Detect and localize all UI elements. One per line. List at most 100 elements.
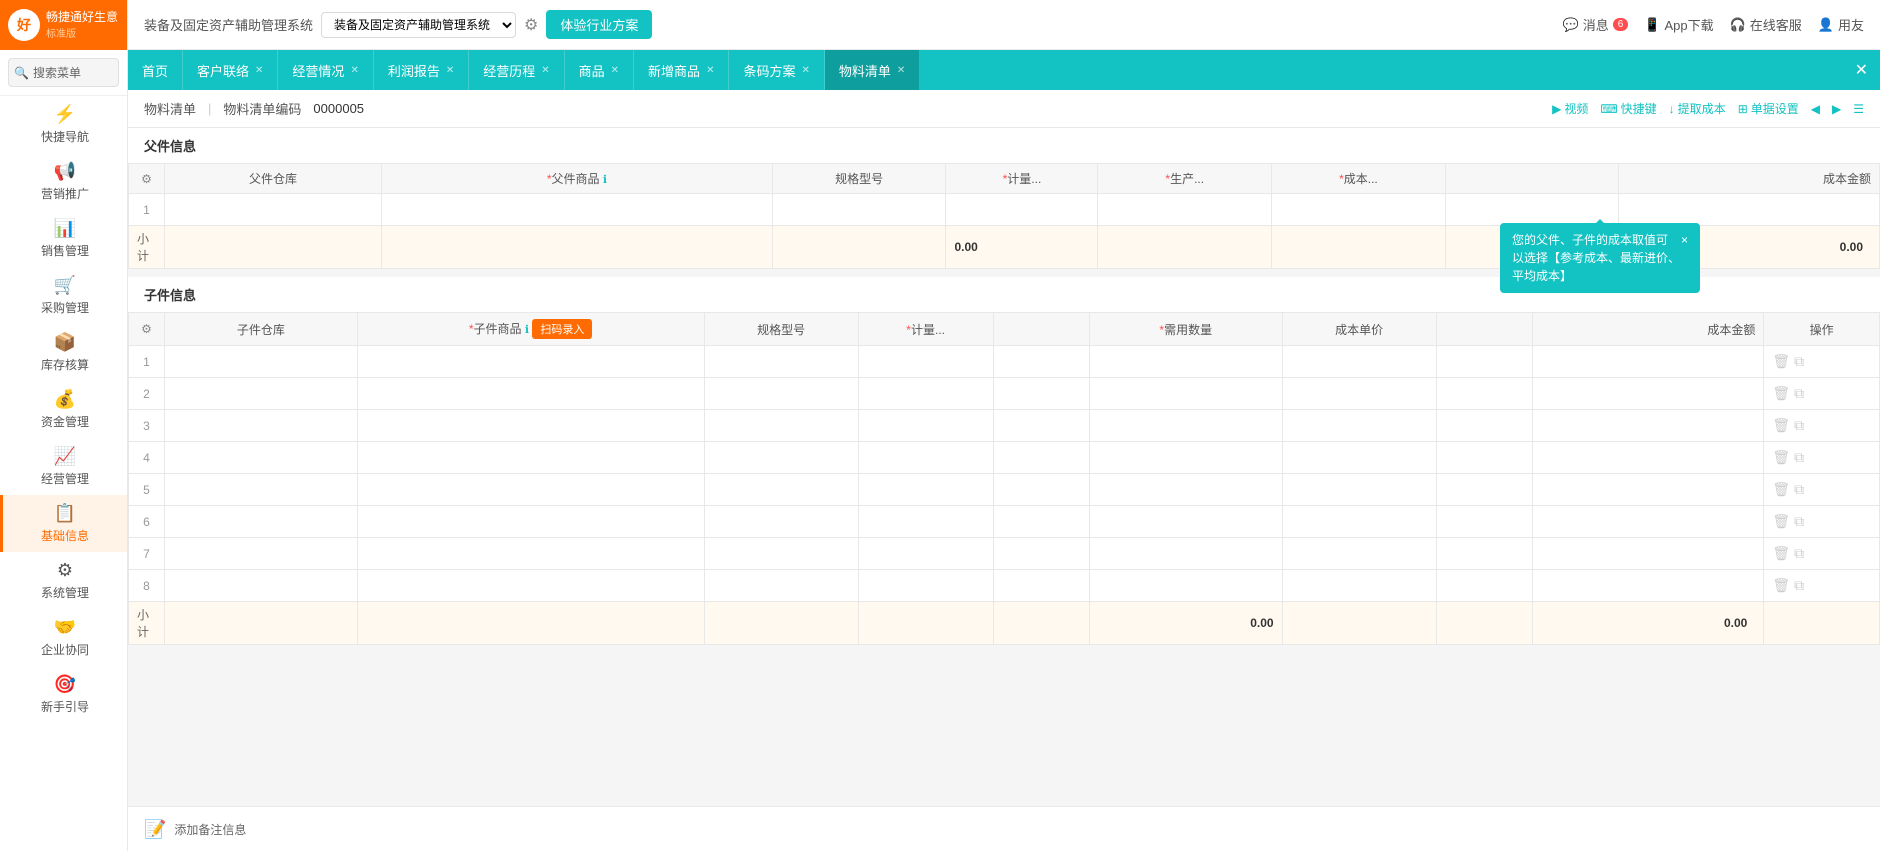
parent-row-1-warehouse[interactable]: [165, 194, 382, 226]
tab-operations[interactable]: 经营情况 ✕: [278, 50, 373, 90]
child-row-1-warehouse[interactable]: [165, 346, 358, 378]
child-row-2-product[interactable]: [357, 378, 704, 410]
child-row-3-warehouse[interactable]: [165, 410, 358, 442]
child-row-1-copy[interactable]: ⧉: [1794, 353, 1804, 370]
trial-button[interactable]: 体验行业方案: [546, 10, 652, 39]
child-row-7-qty[interactable]: [1089, 538, 1282, 570]
tab-barcode[interactable]: 条码方案 ✕: [729, 50, 824, 90]
sidebar-item-4[interactable]: 🛒采购管理: [0, 267, 127, 324]
tab-history[interactable]: 经营历程 ✕: [469, 50, 564, 90]
parent-row-1-prod[interactable]: [1098, 194, 1272, 226]
tab-home[interactable]: 首页: [128, 50, 183, 90]
child-row-5-copy[interactable]: ⧉: [1794, 481, 1804, 498]
child-settings-icon[interactable]: ⚙: [141, 322, 152, 336]
child-row-5-qty[interactable]: [1089, 474, 1282, 506]
child-row-4-spec[interactable]: [704, 442, 858, 474]
child-row-3-qty[interactable]: [1089, 410, 1282, 442]
tab-history-close[interactable]: ✕: [541, 65, 549, 76]
sidebar-item-11[interactable]: 🎯新手引导: [0, 666, 127, 723]
child-row-3-unit-price[interactable]: [1282, 410, 1436, 442]
sidebar-item-5[interactable]: 📦库存核算: [0, 324, 127, 381]
child-row-6-unit[interactable]: [858, 506, 993, 538]
shortcut-link[interactable]: ⌨ 快捷键: [1600, 100, 1656, 117]
parent-row-1-cost[interactable]: [1272, 194, 1446, 226]
child-row-7-unit[interactable]: [858, 538, 993, 570]
sidebar-item-2[interactable]: 📢营销推广: [0, 153, 127, 210]
online-service-button[interactable]: 🎧 在线客服: [1730, 15, 1802, 34]
tab-product[interactable]: 商品 ✕: [565, 50, 634, 90]
sidebar-item-3[interactable]: 📊销售管理: [0, 210, 127, 267]
child-row-1-qty[interactable]: [1089, 346, 1282, 378]
child-row-6-delete[interactable]: 🗑: [1772, 513, 1790, 530]
child-row-7-warehouse[interactable]: [165, 538, 358, 570]
message-button[interactable]: 💬 消息 6: [1563, 15, 1629, 34]
child-row-7-delete[interactable]: 🗑: [1772, 545, 1790, 562]
nav-next[interactable]: ▶: [1832, 102, 1841, 116]
child-row-5-product[interactable]: [357, 474, 704, 506]
tab-new-product-close[interactable]: ✕: [706, 65, 714, 76]
child-row-5-unit[interactable]: [858, 474, 993, 506]
sidebar-item-7[interactable]: 📈经营管理: [0, 438, 127, 495]
child-row-8-copy[interactable]: ⧉: [1794, 577, 1804, 594]
child-row-6-unit-price[interactable]: [1282, 506, 1436, 538]
child-row-2-warehouse[interactable]: [165, 378, 358, 410]
child-row-6-copy[interactable]: ⧉: [1794, 513, 1804, 530]
child-row-8-delete[interactable]: 🗑: [1772, 577, 1790, 594]
child-row-6-product[interactable]: [357, 506, 704, 538]
child-row-2-unit-price[interactable]: [1282, 378, 1436, 410]
tab-product-close[interactable]: ✕: [611, 65, 619, 76]
child-row-6-qty[interactable]: [1089, 506, 1282, 538]
system-selector[interactable]: 装备及固定资产辅助管理系统: [321, 12, 516, 38]
child-row-6-spec[interactable]: [704, 506, 858, 538]
child-row-1-unit-price[interactable]: [1282, 346, 1436, 378]
child-row-3-spec[interactable]: [704, 410, 858, 442]
parent-row-1-unit[interactable]: [946, 194, 1098, 226]
tab-operations-close[interactable]: ✕: [350, 65, 358, 76]
sidebar-item-9[interactable]: ⚙系统管理: [0, 552, 127, 609]
app-download-button[interactable]: 📱 App下载: [1644, 15, 1713, 34]
child-row-5-warehouse[interactable]: [165, 474, 358, 506]
child-row-3-delete[interactable]: 🗑: [1772, 417, 1790, 434]
bottom-hint[interactable]: 添加备注信息: [174, 821, 246, 838]
child-row-3-unit[interactable]: [858, 410, 993, 442]
parent-settings-icon[interactable]: ⚙: [141, 172, 152, 186]
sidebar-item-1[interactable]: ⚡快捷导航: [0, 96, 127, 153]
child-row-8-warehouse[interactable]: [165, 570, 358, 602]
child-row-7-copy[interactable]: ⧉: [1794, 545, 1804, 562]
child-row-4-unit-price[interactable]: [1282, 442, 1436, 474]
child-row-4-delete[interactable]: 🗑: [1772, 449, 1790, 466]
settings-button[interactable]: ⚙: [524, 15, 538, 35]
child-row-8-unit[interactable]: [858, 570, 993, 602]
child-row-4-warehouse[interactable]: [165, 442, 358, 474]
sidebar-search-button[interactable]: 🔍 搜索菜单: [8, 58, 119, 87]
tab-profit-close[interactable]: ✕: [446, 65, 454, 76]
child-row-1-product[interactable]: [357, 346, 704, 378]
child-row-1-delete[interactable]: 🗑: [1772, 353, 1790, 370]
child-row-4-copy[interactable]: ⧉: [1794, 449, 1804, 466]
child-row-2-qty[interactable]: [1089, 378, 1282, 410]
tab-profit[interactable]: 利润报告 ✕: [374, 50, 469, 90]
child-row-3-copy[interactable]: ⧉: [1794, 417, 1804, 434]
tab-close-all[interactable]: ✕: [1843, 60, 1880, 80]
doc-settings-link[interactable]: ⊞ 单据设置: [1738, 100, 1799, 117]
parent-row-1-product[interactable]: [382, 194, 773, 226]
child-row-7-unit-price[interactable]: [1282, 538, 1436, 570]
video-link[interactable]: ▶ 视频: [1552, 100, 1588, 117]
tab-bom[interactable]: 物料清单 ✕: [825, 50, 920, 90]
expand-icon[interactable]: ☰: [1853, 102, 1864, 116]
tab-customer[interactable]: 客户联络 ✕: [183, 50, 278, 90]
child-row-5-delete[interactable]: 🗑: [1772, 481, 1790, 498]
child-row-1-spec[interactable]: [704, 346, 858, 378]
child-row-5-unit-price[interactable]: [1282, 474, 1436, 506]
child-row-4-unit[interactable]: [858, 442, 993, 474]
tab-bom-close[interactable]: ✕: [897, 65, 905, 76]
child-row-8-spec[interactable]: [704, 570, 858, 602]
tab-new-product[interactable]: 新增商品 ✕: [634, 50, 729, 90]
child-row-5-spec[interactable]: [704, 474, 858, 506]
child-row-8-qty[interactable]: [1089, 570, 1282, 602]
child-row-7-spec[interactable]: [704, 538, 858, 570]
child-row-7-product[interactable]: [357, 538, 704, 570]
child-row-2-spec[interactable]: [704, 378, 858, 410]
tab-customer-close[interactable]: ✕: [255, 65, 263, 76]
child-row-8-unit-price[interactable]: [1282, 570, 1436, 602]
